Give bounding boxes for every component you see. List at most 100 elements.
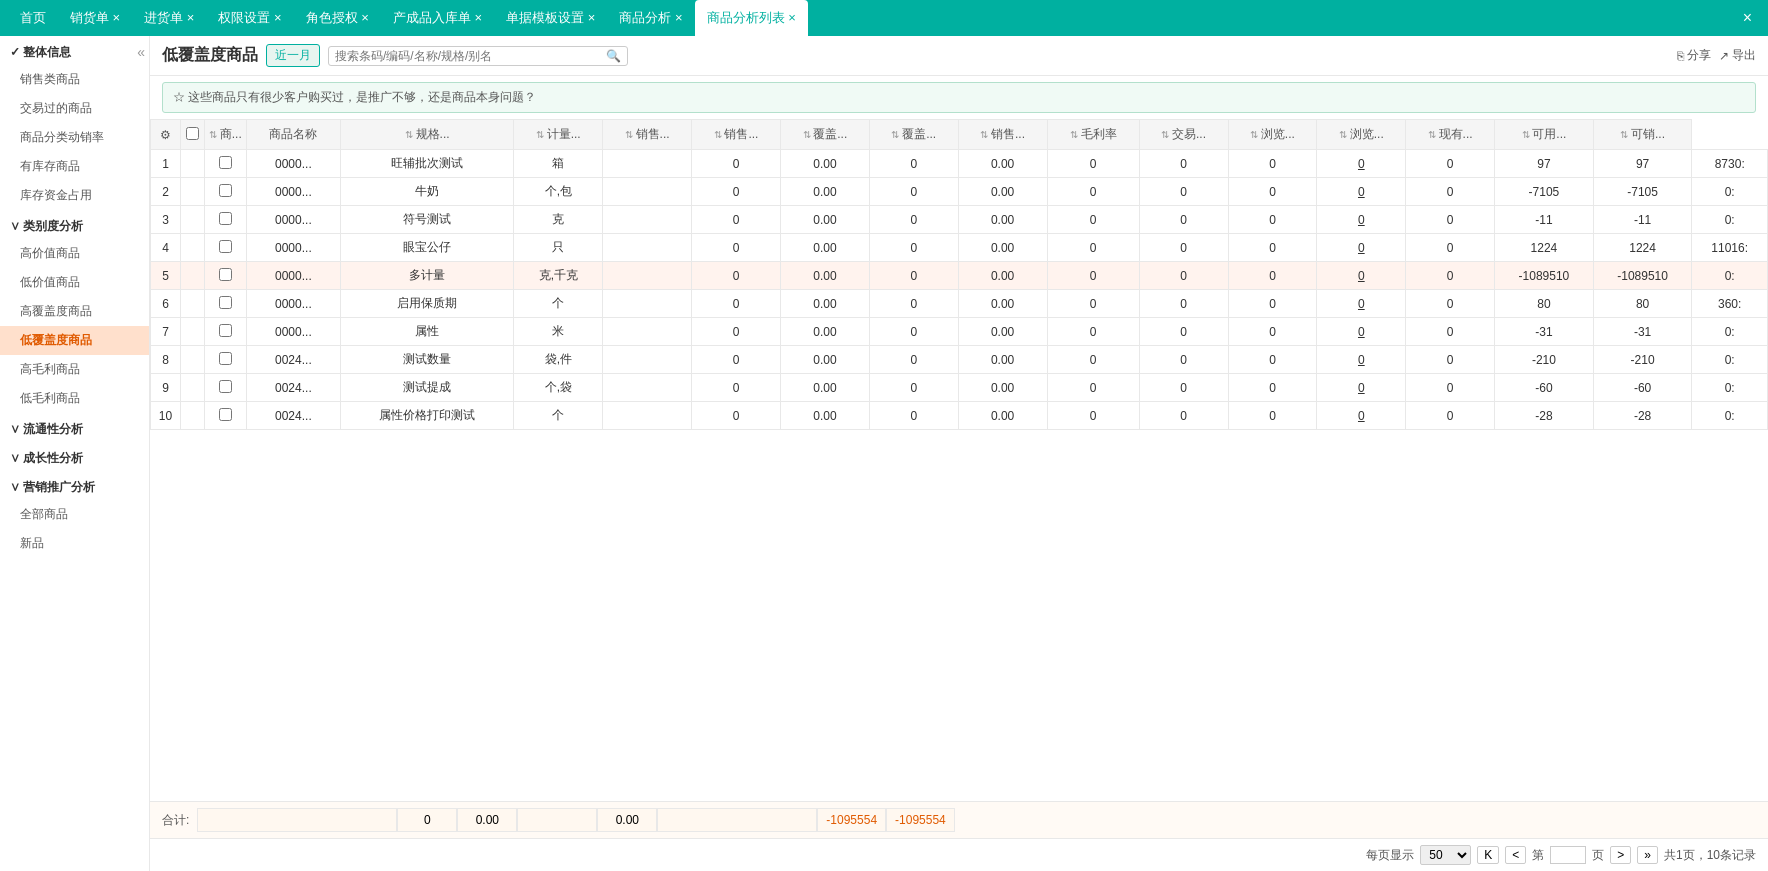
row-checkbox[interactable] [219, 240, 232, 253]
nav-permissions[interactable]: 权限设置 × [206, 0, 293, 36]
row-browse1[interactable]: 0 [1317, 234, 1406, 262]
nav-inventory[interactable]: 产成品入库单 × [381, 0, 494, 36]
sidebar-group-class-analysis[interactable]: ∨ 类别度分析 [0, 210, 149, 239]
next-page-button[interactable]: > [1610, 846, 1631, 864]
row-browse1[interactable]: 0 [1317, 262, 1406, 290]
row-stock: 97 [1495, 150, 1594, 178]
row-checkbox[interactable] [219, 352, 232, 365]
row-browse2: 0 [1406, 150, 1495, 178]
sidebar-item-low-value[interactable]: 低价值商品 [0, 268, 149, 297]
row-browse1[interactable]: 0 [1317, 150, 1406, 178]
col-spec[interactable]: 规格... [340, 120, 513, 150]
row-sellable: 0: [1692, 346, 1768, 374]
row-checkbox-cell[interactable] [205, 178, 247, 206]
first-page-button[interactable]: K [1477, 846, 1499, 864]
col-cover2[interactable]: 覆盖... [869, 120, 958, 150]
row-checkbox[interactable] [219, 184, 232, 197]
sidebar-group-marketing[interactable]: ∨ 营销推广分析 [0, 471, 149, 500]
per-page-select[interactable]: 50 100 200 [1420, 845, 1471, 865]
sidebar-item-high-coverage[interactable]: 高覆盖度商品 [0, 297, 149, 326]
col-sales3[interactable]: 销售... [958, 120, 1047, 150]
page-number-input[interactable]: 1 [1550, 846, 1586, 864]
filter-recent-month-button[interactable]: 近一月 [266, 44, 320, 67]
per-page-label: 每页显示 [1366, 847, 1414, 864]
row-checkbox[interactable] [219, 296, 232, 309]
row-checkbox-cell[interactable] [205, 346, 247, 374]
sidebar-item-capital[interactable]: 库存资金占用 [0, 181, 149, 210]
col-margin[interactable]: 毛利率 [1047, 120, 1139, 150]
sidebar-item-low-coverage[interactable]: 低覆盖度商品 [0, 326, 149, 355]
nav-analysis[interactable]: 商品分析 × [607, 0, 694, 36]
row-stock: -28 [1495, 402, 1594, 430]
col-sales1[interactable]: 销售... [603, 120, 692, 150]
col-cover1[interactable]: 覆盖... [780, 120, 869, 150]
close-button[interactable]: × [1735, 9, 1760, 27]
sidebar-item-traded-goods[interactable]: 交易过的商品 [0, 94, 149, 123]
row-checkbox-cell[interactable] [205, 150, 247, 178]
sidebar-item-all-goods[interactable]: 全部商品 [0, 500, 149, 529]
col-tx[interactable]: 交易... [1139, 120, 1228, 150]
share-button[interactable]: ⎘ 分享 [1677, 47, 1711, 64]
last-page-button[interactable]: » [1637, 846, 1658, 864]
col-code[interactable]: 商... [205, 120, 247, 150]
search-input[interactable] [335, 49, 606, 63]
sidebar-item-category-rate[interactable]: 商品分类动销率 [0, 123, 149, 152]
select-all-checkbox[interactable] [186, 127, 199, 140]
row-checkbox[interactable] [219, 324, 232, 337]
row-browse1[interactable]: 0 [1317, 318, 1406, 346]
col-name[interactable]: 商品名称 [246, 120, 340, 150]
row-checkbox[interactable] [219, 408, 232, 421]
nav-roles[interactable]: 角色授权 × [294, 0, 381, 36]
sidebar-group-growth[interactable]: ∨ 成长性分析 [0, 442, 149, 471]
row-checkbox[interactable] [219, 156, 232, 169]
col-checkbox[interactable] [181, 120, 205, 150]
col-browse1[interactable]: 浏览... [1228, 120, 1317, 150]
row-checkbox-cell[interactable] [205, 262, 247, 290]
row-browse1[interactable]: 0 [1317, 290, 1406, 318]
sidebar-group-overview[interactable]: ✓ 整体信息 [0, 36, 149, 65]
col-settings[interactable]: ⚙ [151, 120, 181, 150]
row-code: 0024... [246, 402, 340, 430]
row-checkbox-cell[interactable] [205, 374, 247, 402]
row-cover1: 0 [869, 402, 958, 430]
col-browse2[interactable]: 浏览... [1317, 120, 1406, 150]
row-checkbox-cell[interactable] [205, 290, 247, 318]
row-checkbox-cell[interactable] [205, 206, 247, 234]
nav-sales[interactable]: 销货单 × [58, 0, 132, 36]
sidebar-item-stocked-goods[interactable]: 有库存商品 [0, 152, 149, 181]
sidebar-group-marketing-label: ∨ 营销推广分析 [10, 479, 95, 496]
col-sellable[interactable]: 可销... [1593, 120, 1692, 150]
sidebar-item-low-margin[interactable]: 低毛利商品 [0, 384, 149, 413]
row-checkbox[interactable] [219, 268, 232, 281]
col-available[interactable]: 可用... [1495, 120, 1594, 150]
col-sales2[interactable]: 销售... [692, 120, 781, 150]
row-checkbox-cell[interactable] [205, 234, 247, 262]
col-stock[interactable]: 现有... [1406, 120, 1495, 150]
data-table-container[interactable]: ⚙ 商... 商品名称 规格... 计量... 销售... 销售... 覆盖..… [150, 119, 1768, 801]
row-browse1[interactable]: 0 [1317, 374, 1406, 402]
row-checkbox[interactable] [219, 380, 232, 393]
footer-label: 合计: [162, 812, 189, 829]
sidebar-item-high-value[interactable]: 高价值商品 [0, 239, 149, 268]
row-browse1[interactable]: 0 [1317, 346, 1406, 374]
nav-analysis-list[interactable]: 商品分析列表 × [695, 0, 808, 36]
sidebar-group-liquidity[interactable]: ∨ 流通性分析 [0, 413, 149, 442]
prev-page-button[interactable]: < [1505, 846, 1526, 864]
row-stock: 1224 [1495, 234, 1594, 262]
row-checkbox[interactable] [219, 212, 232, 225]
export-button[interactable]: ↗ 导出 [1719, 47, 1756, 64]
row-checkbox-cell[interactable] [205, 402, 247, 430]
row-checkbox-cell[interactable] [205, 318, 247, 346]
row-browse1[interactable]: 0 [1317, 206, 1406, 234]
nav-purchase[interactable]: 进货单 × [132, 0, 206, 36]
sidebar-item-sales-goods[interactable]: 销售类商品 [0, 65, 149, 94]
nav-template[interactable]: 单据模板设置 × [494, 0, 607, 36]
row-browse1[interactable]: 0 [1317, 402, 1406, 430]
sidebar-collapse-button[interactable]: « [137, 44, 145, 60]
col-unit[interactable]: 计量... [514, 120, 603, 150]
sidebar-item-high-margin[interactable]: 高毛利商品 [0, 355, 149, 384]
row-browse1[interactable]: 0 [1317, 178, 1406, 206]
row-sales1: 0 [692, 150, 781, 178]
sidebar-item-new-goods[interactable]: 新品 [0, 529, 149, 558]
nav-home[interactable]: 首页 [8, 0, 58, 36]
